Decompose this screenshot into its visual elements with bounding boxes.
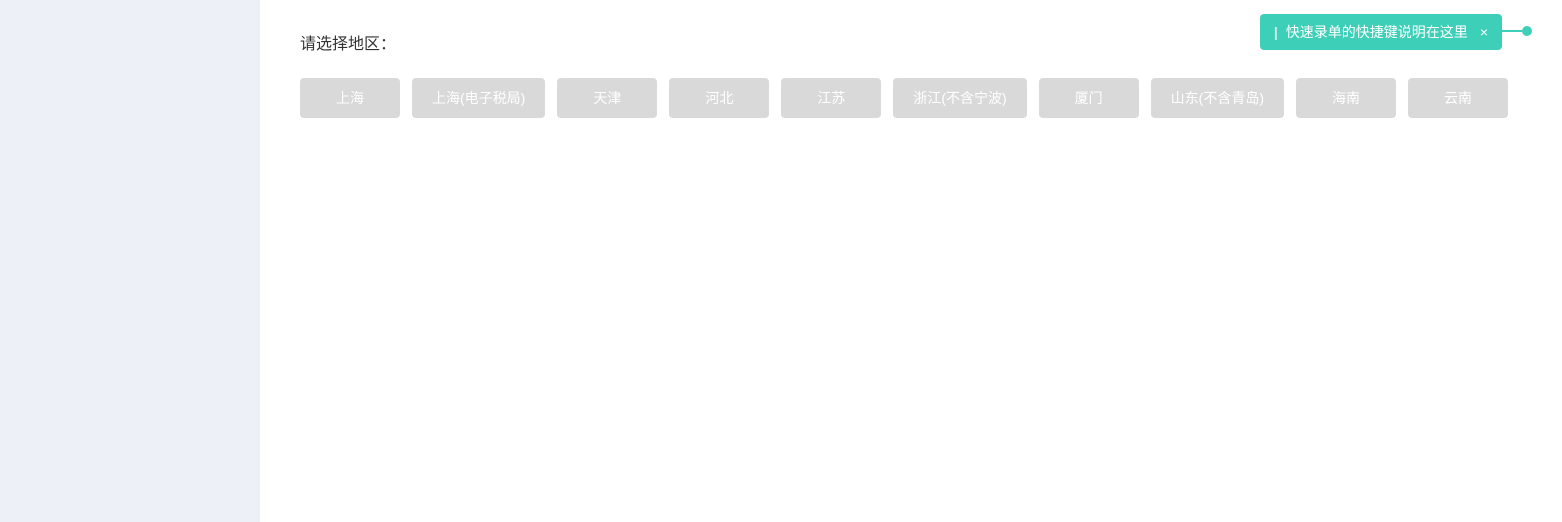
- region-button-hebei[interactable]: 河北: [669, 78, 769, 118]
- region-button-shanghai-etax[interactable]: 上海(电子税局): [412, 78, 545, 118]
- tooltip-close-button[interactable]: ×: [1480, 24, 1488, 40]
- region-button-hainan[interactable]: 海南: [1296, 78, 1396, 118]
- region-button-jiangsu[interactable]: 江苏: [781, 78, 881, 118]
- region-button-tianjin[interactable]: 天津: [557, 78, 657, 118]
- main-content: 请选择地区： 上海上海(电子税局)天津河北江苏浙江(不含宁波)厦门山东(不含青岛…: [260, 0, 1562, 522]
- region-button-zhejiang[interactable]: 浙江(不含宁波): [893, 78, 1026, 118]
- tooltip-connector-line: [1502, 30, 1522, 32]
- tooltip-text: 快速录单的快捷键说明在这里: [1286, 22, 1468, 42]
- tooltip-banner: 快速录单的快捷键说明在这里 ×: [1260, 14, 1502, 50]
- region-button-yunnan[interactable]: 云南: [1408, 78, 1508, 118]
- region-button-xiamen[interactable]: 厦门: [1039, 78, 1139, 118]
- tooltip-connector-dot: [1522, 26, 1532, 36]
- region-buttons-container: 上海上海(电子税局) 天津河北江苏浙江(不含宁波) 厦门山东(不含青岛) 海南云南: [300, 78, 1522, 118]
- region-button-shanghai[interactable]: 上海: [300, 78, 400, 118]
- left-sidebar: [0, 0, 260, 522]
- region-button-shandong[interactable]: 山东(不含青岛): [1151, 78, 1284, 118]
